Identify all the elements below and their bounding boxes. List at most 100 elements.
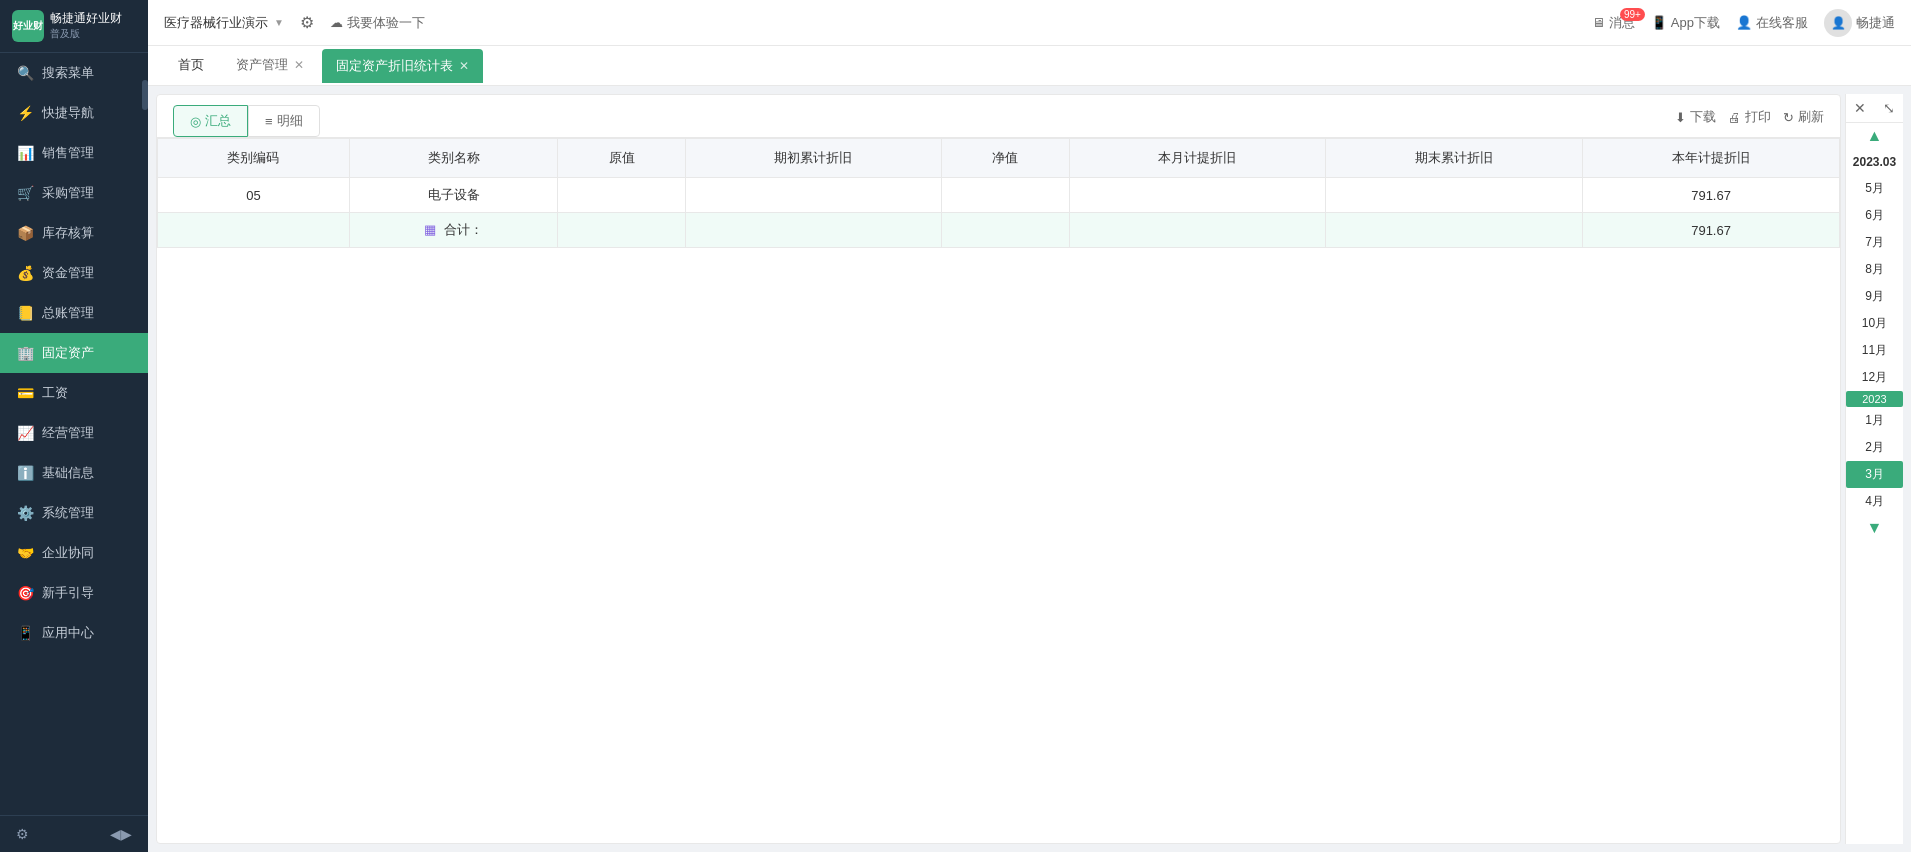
sidebar-item-funds[interactable]: 💰 资金管理 [0,253,148,293]
panel-expand-button[interactable]: ⤡ [1883,100,1895,116]
fixed-assets-icon: 🏢 [16,345,34,361]
month-8[interactable]: 8月 [1846,256,1903,283]
panel-header: ✕ ⤡ [1846,94,1903,123]
main-content: 医疗器械行业演示 ▼ ⚙ ☁ 我要体验一下 🖥 消息 99+ 📱 App下载 👤… [148,0,1911,852]
quick-nav-icon: ⚡ [16,105,34,121]
sidebar-item-operations[interactable]: 📈 经营管理 [0,413,148,453]
total-net [942,213,1069,248]
sidebar-item-guide[interactable]: 🎯 新手引导 [0,573,148,613]
sidebar-item-system[interactable]: ⚙️ 系统管理 [0,493,148,533]
month-2[interactable]: 2月 [1846,434,1903,461]
user-profile[interactable]: 👤 畅捷通 [1824,9,1895,37]
cell-code: 05 [158,178,350,213]
ledger-icon: 📒 [16,305,34,321]
col-annual: 本年计提折旧 [1583,139,1840,178]
purchase-icon: 🛒 [16,185,34,201]
cloud-icon: ☁ [330,15,343,30]
sidebar-item-fixed-assets[interactable]: 🏢 固定资产 [0,333,148,373]
sales-icon: 📊 [16,145,34,161]
total-empty-code [158,213,350,248]
download-icon: ⬇ [1675,110,1686,125]
col-period-end: 期末累计折旧 [1326,139,1583,178]
panel-close-button[interactable]: ✕ [1854,100,1866,116]
app-download-button[interactable]: 📱 App下载 [1651,14,1720,32]
main-panel: ◎ 汇总 ≡ 明细 ⬇ 下载 🖨 打印 [156,94,1841,844]
guide-icon: 🎯 [16,585,34,601]
operations-icon: 📈 [16,425,34,441]
month-10[interactable]: 10月 [1846,310,1903,337]
header-actions: 🖥 消息 99+ 📱 App下载 👤 在线客服 👤 畅捷通 [1592,9,1895,37]
cell-period-end [1326,178,1583,213]
month-1[interactable]: 1月 [1846,407,1903,434]
sidebar-item-purchase[interactable]: 🛒 采购管理 [0,173,148,213]
col-code: 类别编码 [158,139,350,178]
system-icon: ⚙️ [16,505,34,521]
month-5[interactable]: 5月 [1846,175,1903,202]
tab-close-depreciation-table[interactable]: ✕ [459,60,469,72]
cell-initial [685,178,942,213]
print-button[interactable]: 🖨 打印 [1728,108,1771,126]
sidebar-item-search[interactable]: 🔍 搜索菜单 [0,53,148,93]
sidebar-item-enterprise[interactable]: 🤝 企业协同 [0,533,148,573]
tab-depreciation-table[interactable]: 固定资产折旧统计表 ✕ [322,49,483,83]
sidebar-item-quick-nav[interactable]: ⚡ 快捷导航 [0,93,148,133]
toolbar-actions: ⬇ 下载 🖨 打印 ↻ 刷新 [1675,108,1824,134]
header-settings-icon[interactable]: ⚙ [296,9,318,36]
logo-text: 畅捷通好业财 [50,11,122,27]
sidebar-item-app-center[interactable]: 📱 应用中心 [0,613,148,653]
cell-monthly [1069,178,1326,213]
sidebar-footer: ⚙ ◀▶ [0,815,148,852]
tab-close-asset-mgmt[interactable]: ✕ [294,58,304,72]
payroll-icon: 💳 [16,385,34,401]
company-name: 医疗器械行业演示 [164,14,268,32]
funds-icon: 💰 [16,265,34,281]
month-6[interactable]: 6月 [1846,202,1903,229]
col-net: 净值 [942,139,1069,178]
scroll-indicator-top [142,80,148,110]
refresh-button[interactable]: ↻ 刷新 [1783,108,1824,126]
total-icon: ▦ [424,222,436,237]
date-nav-down[interactable]: ▼ [1863,515,1887,541]
sidebar-nav: 🔍 搜索菜单 ⚡ 快捷导航 📊 销售管理 🛒 采购管理 📦 库存核算 💰 资金管… [0,53,148,815]
refresh-icon: ↻ [1783,110,1794,125]
total-annual: 791.67 [1583,213,1840,248]
total-label: ▦ 合计： [349,213,557,248]
experience-button[interactable]: ☁ 我要体验一下 [330,14,425,32]
print-icon: 🖨 [1728,110,1741,125]
download-button[interactable]: ⬇ 下载 [1675,108,1716,126]
notification-button[interactable]: 🖥 消息 99+ [1592,14,1635,32]
sidebar-item-payroll[interactable]: 💳 工资 [0,373,148,413]
tab-asset-mgmt[interactable]: 资产管理 ✕ [222,48,318,84]
sidebar-item-sales[interactable]: 📊 销售管理 [0,133,148,173]
total-row: ▦ 合计： 791.67 [158,213,1840,248]
month-4[interactable]: 4月 [1846,488,1903,515]
basic-info-icon: ℹ️ [16,465,34,481]
month-9[interactable]: 9月 [1846,283,1903,310]
tab-home[interactable]: 首页 [164,48,218,84]
sidebar: 好业财 畅捷通好业财 普及版 🔍 搜索菜单 ⚡ 快捷导航 📊 销售管理 🛒 采购… [0,0,148,852]
sub-tab-summary[interactable]: ◎ 汇总 [173,105,248,137]
sub-tab-detail[interactable]: ≡ 明细 [248,105,320,137]
col-initial: 期初累计折旧 [685,139,942,178]
sidebar-item-basic-info[interactable]: ℹ️ 基础信息 [0,453,148,493]
col-monthly: 本月计提折旧 [1069,139,1326,178]
sidebar-settings-icon[interactable]: ⚙ [16,826,29,842]
month-3-current[interactable]: 3月 [1846,461,1903,488]
cell-annual: 791.67 [1583,178,1840,213]
sidebar-item-inventory[interactable]: 📦 库存核算 [0,213,148,253]
logo-icon: 好业财 [12,10,44,42]
sidebar-item-ledger[interactable]: 📒 总账管理 [0,293,148,333]
sidebar-logo: 好业财 畅捷通好业财 普及版 [0,0,148,53]
top-header: 医疗器械行业演示 ▼ ⚙ ☁ 我要体验一下 🖥 消息 99+ 📱 App下载 👤… [148,0,1911,46]
table-row: 05 电子设备 791.67 [158,178,1840,213]
notification-badge: 99+ [1620,8,1645,21]
month-11[interactable]: 11月 [1846,337,1903,364]
date-nav-up[interactable]: ▲ [1863,123,1887,149]
company-selector[interactable]: 医疗器械行业演示 ▼ [164,14,284,32]
sidebar-collapse-icon[interactable]: ◀▶ [110,826,132,842]
month-7[interactable]: 7月 [1846,229,1903,256]
search-icon: 🔍 [16,65,34,81]
customer-service-button[interactable]: 👤 在线客服 [1736,14,1808,32]
month-12[interactable]: 12月 [1846,364,1903,391]
download-icon: 📱 [1651,15,1667,30]
